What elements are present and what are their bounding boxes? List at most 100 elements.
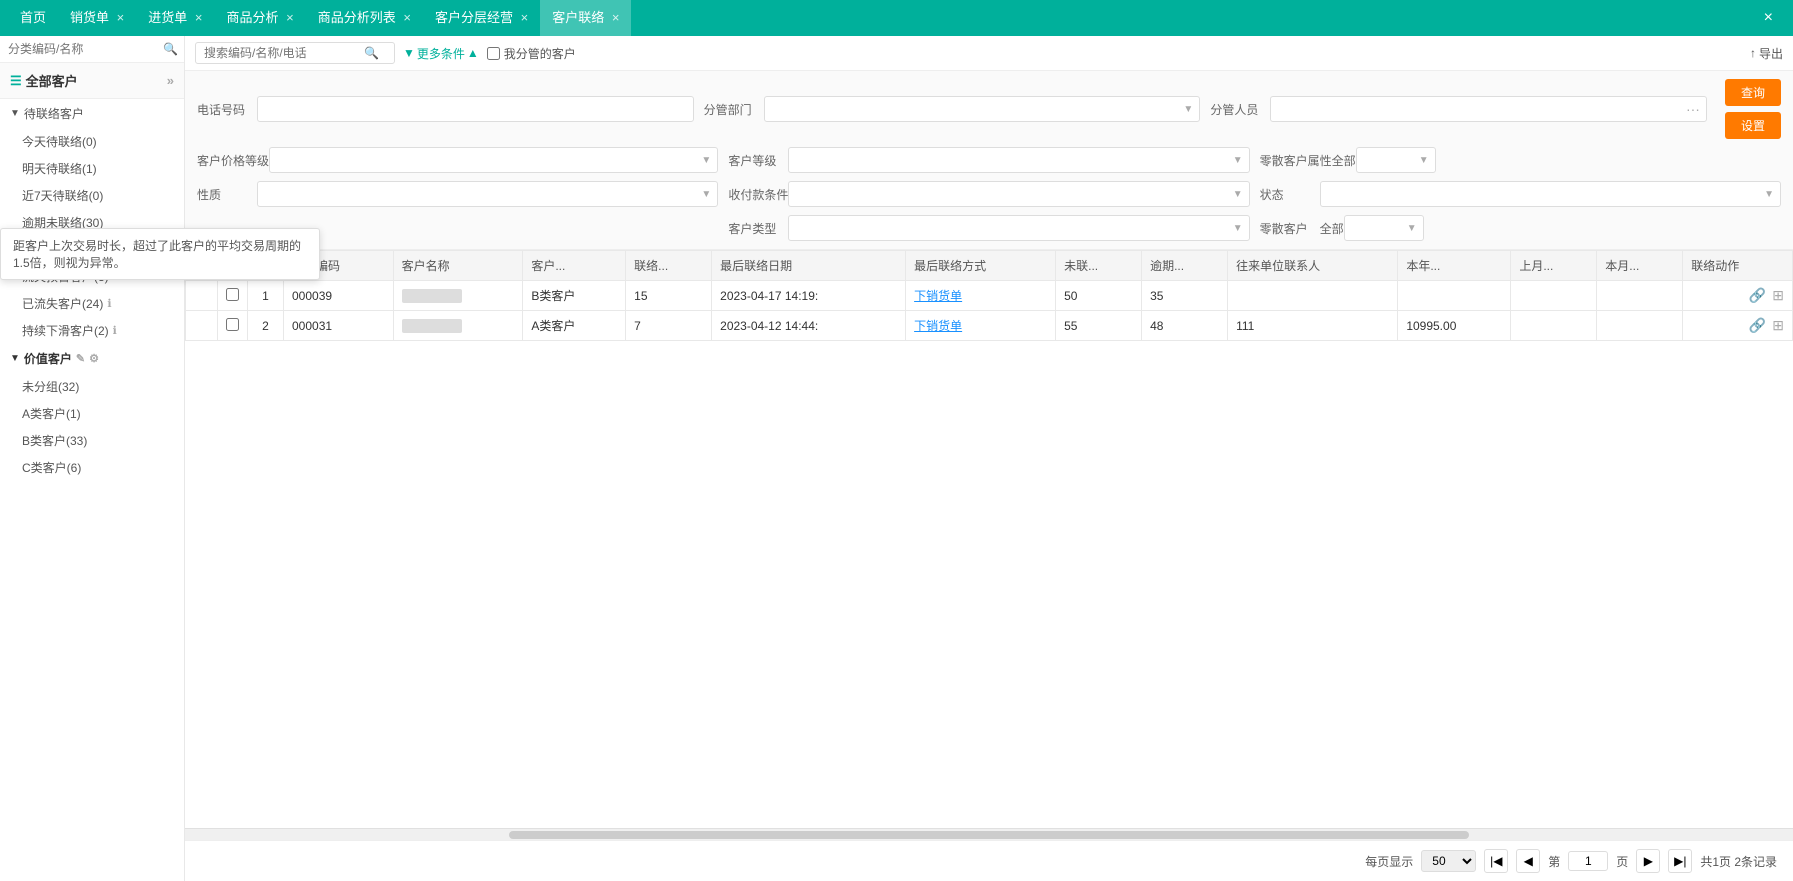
nav-customer-contact[interactable]: 客户联络 × [540,0,631,36]
sidebar-section-waiting[interactable]: ▼ 待联络客户 [0,99,184,128]
phone-label: 电话号码 [197,101,257,118]
retail-attr-arrow-icon: ▼ [1419,155,1429,166]
nav-purchase[interactable]: 进货单 × [136,0,214,36]
sidebar-search-area: 🔍 [0,36,184,63]
retail-customer-select[interactable]: ▼ [1344,215,1424,241]
nature-select[interactable]: ▼ [257,181,718,207]
sidebar-search-icon[interactable]: 🔍 [163,42,178,56]
nav-customer-contact-close[interactable]: × [612,10,620,25]
next-page-button[interactable]: ▶ [1636,849,1660,873]
filter-bar: 🔍 ▼ 更多条件 ▲ 我分管的客户 ↑ 导出 [185,36,1793,71]
query-button[interactable]: 查询 [1725,79,1781,106]
export-button[interactable]: ↑ 导出 [1750,45,1783,62]
row1-name [393,281,523,311]
nav-home[interactable]: 首页 [8,0,58,36]
phone-input[interactable] [257,96,694,122]
total-records: 共1页 2条记录 [1700,853,1777,870]
page-input[interactable] [1568,851,1608,871]
waiting-arrow-icon: ▼ [10,108,20,119]
row2-checkbox[interactable] [218,311,248,341]
filter-row-2: 客户价格等级 ▼ 客户等级 ▼ 零散客户属性 全部 [197,147,1781,173]
filter-field-manager: 分管人员 ··· [1210,96,1707,122]
window-close-button[interactable]: × [1752,0,1785,36]
sidebar-value-group[interactable]: ▼ 价值客户 ✎ ⚙ [0,344,184,373]
value-group-settings-icon[interactable]: ⚙ [89,352,99,365]
customer-table: ⚙ 客户编码 客户名称 客户... 联络... 最后联络日期 最后联络方式 未联… [185,250,1793,341]
col-customer-name: 客户名称 [393,251,523,281]
sidebar-item-c-class[interactable]: C类客户(6) [0,454,184,481]
row2-code: 000031 [284,311,394,341]
row1-checkbox[interactable] [218,281,248,311]
sidebar-item-tomorrow[interactable]: 明天待联络(1) [0,155,184,182]
row2-last-month [1511,311,1597,341]
row1-last-method: 下销货单 [906,281,1056,311]
filter-search-icon[interactable]: 🔍 [364,46,379,60]
horizontal-scroll-thumb[interactable] [509,831,1469,839]
per-page-select[interactable]: 50 20 100 [1421,850,1476,872]
row2-select[interactable] [226,318,239,331]
filter-row-3: 性质 ▼ 收付款条件 ▼ 状态 [197,181,1781,207]
sidebar-search-input[interactable] [8,42,163,56]
prev-page-button[interactable]: ◀ [1516,849,1540,873]
nav-purchase-close[interactable]: × [195,10,203,25]
nav-product-analysis-list-close[interactable]: × [403,10,411,25]
horizontal-scrollbar[interactable] [185,828,1793,840]
nav-product-analysis-close[interactable]: × [286,10,294,25]
nav-customer-tier-close[interactable]: × [521,10,529,25]
row1-this-month [1597,281,1683,311]
manager-more-icon[interactable]: ··· [1686,101,1700,117]
manager-select[interactable]: ··· [1270,96,1707,122]
row1-settings [186,281,218,311]
row2-last-method: 下销货单 [906,311,1056,341]
row2-name [393,311,523,341]
dept-select[interactable]: ▼ [764,96,1201,122]
retail-attr-select[interactable]: ▼ [1356,147,1436,173]
row2-action-link-icon[interactable]: 🔗 [1749,317,1766,334]
more-conditions-arrow: ▲ [467,46,479,60]
row2-overdue: 48 [1142,311,1228,341]
nav-product-analysis[interactable]: 商品分析 × [214,0,305,36]
sidebar-item-declining[interactable]: 持续下滑客户(2) ℹ [0,317,184,344]
sidebar: 🔍 ☰ 全部客户 » ▼ 待联络客户 今天待联络(0) 明天待联络(1) 近7天… [0,36,185,881]
customer-type-label: 客户类型 [728,220,788,237]
sidebar-item-a-class[interactable]: A类客户(1) [0,400,184,427]
status-select[interactable]: ▼ [1320,181,1781,207]
col-uncontacted: 未联... [1056,251,1142,281]
nav-customer-tier[interactable]: 客户分层经营 × [423,0,540,36]
row1-uncontacted: 50 [1056,281,1142,311]
customer-type-select[interactable]: ▼ [788,215,1249,241]
settings-button[interactable]: 设置 [1725,112,1781,139]
price-level-select[interactable]: ▼ [269,147,718,173]
nav-sales[interactable]: 销货单 × [58,0,136,36]
sidebar-item-b-class[interactable]: B类客户(33) [0,427,184,454]
sidebar-all-customers[interactable]: ☰ 全部客户 » [0,63,184,99]
filter-search-input[interactable] [204,46,364,60]
nav-sales-close[interactable]: × [117,10,125,25]
row1-action-grid-icon[interactable]: ⊞ [1772,287,1784,304]
row1-contact-count: 15 [626,281,712,311]
value-group-edit-icon[interactable]: ✎ [76,352,85,365]
payment-select[interactable]: ▼ [788,181,1249,207]
page-unit: 页 [1616,853,1628,870]
more-conditions-button[interactable]: ▼ 更多条件 ▲ [403,45,479,62]
sidebar-collapse-icon[interactable]: » [167,73,174,88]
row2-type: A类客户 [523,311,626,341]
row1-last-month [1511,281,1597,311]
pagination: 每页显示 50 20 100 |◀ ◀ 第 页 ▶ ▶| 共1页 2条记录 [185,840,1793,881]
sidebar-item-today[interactable]: 今天待联络(0) [0,128,184,155]
customer-level-select[interactable]: ▼ [788,147,1249,173]
last-page-button[interactable]: ▶| [1668,849,1692,873]
my-customers-checkbox[interactable] [487,47,500,60]
row2-action-grid-icon[interactable]: ⊞ [1772,317,1784,334]
row1-this-year [1398,281,1511,311]
my-customers-filter[interactable]: 我分管的客户 [487,45,576,62]
row1-action-link-icon[interactable]: 🔗 [1749,287,1766,304]
row1-select[interactable] [226,288,239,301]
sidebar-item-week[interactable]: 近7天待联络(0) [0,182,184,209]
first-page-button[interactable]: |◀ [1484,849,1508,873]
col-action: 联络动作 [1683,251,1793,281]
nav-product-analysis-list[interactable]: 商品分析列表 × [306,0,423,36]
sidebar-item-ungrouped[interactable]: 未分组(32) [0,373,184,400]
row2-this-year: 10995.00 [1398,311,1511,341]
sidebar-item-churned[interactable]: 已流失客户(24) ℹ [0,290,184,317]
